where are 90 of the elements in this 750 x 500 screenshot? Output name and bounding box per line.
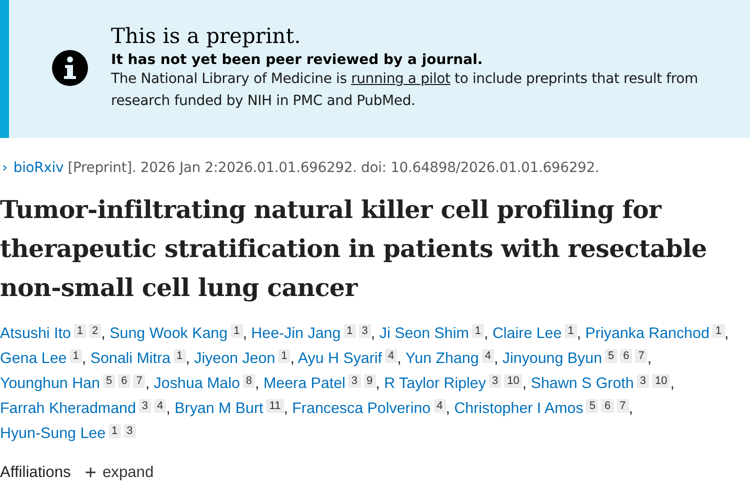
separator-comma: , [522,375,527,392]
affiliation-link[interactable]: 1 [108,424,121,438]
author-link[interactable]: Hyun-Sung Lee [0,425,106,442]
separator-comma: , [370,325,376,342]
affiliations-label: Affiliations [0,464,71,482]
affiliation-link[interactable]: 1 [712,324,725,338]
separator-comma: , [397,350,402,367]
author-link[interactable]: Atsushi Ito [0,325,71,342]
affiliation-link[interactable]: 7 [133,374,146,388]
author-link[interactable]: Claire Lee [492,325,562,342]
author-link[interactable]: Sonali Mitra [90,350,170,367]
notice-title: This is a preprint. [111,24,302,48]
affiliation-link[interactable]: 1 [74,324,86,338]
author-link[interactable]: Gena Lee [0,350,67,367]
author-link[interactable]: Bryan M Burt [174,400,264,417]
affiliation-link[interactable]: 5 [586,399,598,413]
separator-comma: , [628,400,633,417]
affiliation-link[interactable]: 5 [102,374,116,388]
affiliation-link[interactable]: 1 [564,324,577,338]
affiliation-link[interactable]: 1 [70,349,82,363]
affiliation-link[interactable]: 1 [230,324,243,338]
pilot-link[interactable]: running a pilot [351,71,450,87]
author-link[interactable]: Yun Zhang [405,350,479,367]
affiliation-link[interactable]: 7 [635,349,648,363]
separator-comma: , [242,325,247,342]
author-link[interactable]: Jiyeon Jeon [194,350,276,367]
affiliation-link[interactable]: 9 [364,374,376,388]
author-link[interactable]: Younghun Han [0,375,100,392]
author-link[interactable]: Christopher I Amos [454,400,584,417]
affiliation-link[interactable]: 1 [472,324,484,338]
separator-comma: , [255,375,260,392]
affiliation-link[interactable]: 4 [434,399,446,413]
separator-comma: , [290,350,295,367]
chevron-icon: › [2,160,8,176]
affiliation-link[interactable]: 6 [118,374,130,388]
author-link[interactable]: Ji Seon Shim [379,325,469,342]
author-link[interactable]: Ayu H Syarif [298,350,382,367]
affiliation-link[interactable]: 3 [124,424,136,438]
author-link[interactable]: Meera Patel [264,375,346,392]
affiliation-link[interactable]: 3 [358,324,371,338]
source-link[interactable]: bioRxiv [13,160,64,176]
author-link[interactable]: Joshua Malo [154,375,240,392]
affiliation-link[interactable]: 3 [636,374,649,388]
author-link[interactable]: Shawn S Groth [530,375,634,392]
affiliation-link[interactable]: 10 [652,374,670,388]
author-link[interactable]: Sung Wook Kang [110,325,228,342]
expand-button[interactable]: + expand [84,464,154,482]
separator-comma: , [647,350,652,367]
separator-comma: , [484,325,488,342]
affiliation-link[interactable]: 5 [605,349,618,363]
affiliation-link[interactable]: 2 [89,324,102,338]
author-link[interactable]: Priyanka Ranchod [585,325,710,342]
affiliation-link[interactable]: 10 [504,374,522,388]
separator-comma: , [101,325,106,342]
affiliation-link[interactable]: 6 [601,399,614,413]
affiliation-link[interactable]: 3 [488,374,502,388]
affiliation-link[interactable]: 1 [174,349,186,363]
affiliation-link[interactable]: 3 [348,374,361,388]
affiliation-link[interactable]: 1 [278,349,290,363]
author-link[interactable]: Farrah Kheradmand [0,400,136,417]
affiliation-link[interactable]: 11 [266,399,284,413]
separator-comma: , [166,400,170,417]
affiliation-link[interactable]: 4 [154,399,166,413]
separator-comma: , [576,325,582,342]
affiliation-link[interactable]: 4 [385,349,398,363]
author-link[interactable]: Hee-Jin Jang [251,325,341,342]
affiliation-link[interactable]: 7 [616,399,629,413]
separator-comma: , [376,375,380,392]
affiliation-link[interactable]: 1 [344,324,356,338]
separator-comma: , [724,325,729,342]
plus-icon: + [84,465,96,481]
author-link[interactable]: Francesca Polverino [292,400,431,417]
separator-comma: , [670,375,674,392]
separator-comma: , [186,350,190,367]
info-icon [51,49,89,87]
article-title: Tumor-infiltrating natural killer cell profiling for therapeutic stratification in patients with resectable non-small cell lung cancer [0,194,708,304]
separator-comma: , [284,400,288,417]
separator-comma: , [494,350,498,367]
affiliation-link[interactable]: 4 [482,349,494,363]
author-link[interactable]: R Taylor Ripley [384,375,486,392]
separator-comma: , [82,350,86,367]
citation-text: › bioRxiv [Preprint]. 2026 Jan 2:2026.01.01.696292. doi: 10.64898/2026.01.01.696292. [2,160,600,176]
affiliation-link[interactable]: 6 [620,349,632,363]
notice-text: The National Library of Medicine is running a pilot to include preprints that result from research funded by NIH in PMC and PubMed. [111,70,699,111]
notice-subtitle: It has not yet been peer reviewed by a journal. [111,52,484,68]
author-link[interactable]: Jinyoung Byun [502,350,602,367]
separator-comma: , [145,375,150,392]
affiliation-link[interactable]: 3 [138,399,152,413]
separator-comma: , [446,400,450,417]
affiliation-link[interactable]: 8 [242,374,256,388]
